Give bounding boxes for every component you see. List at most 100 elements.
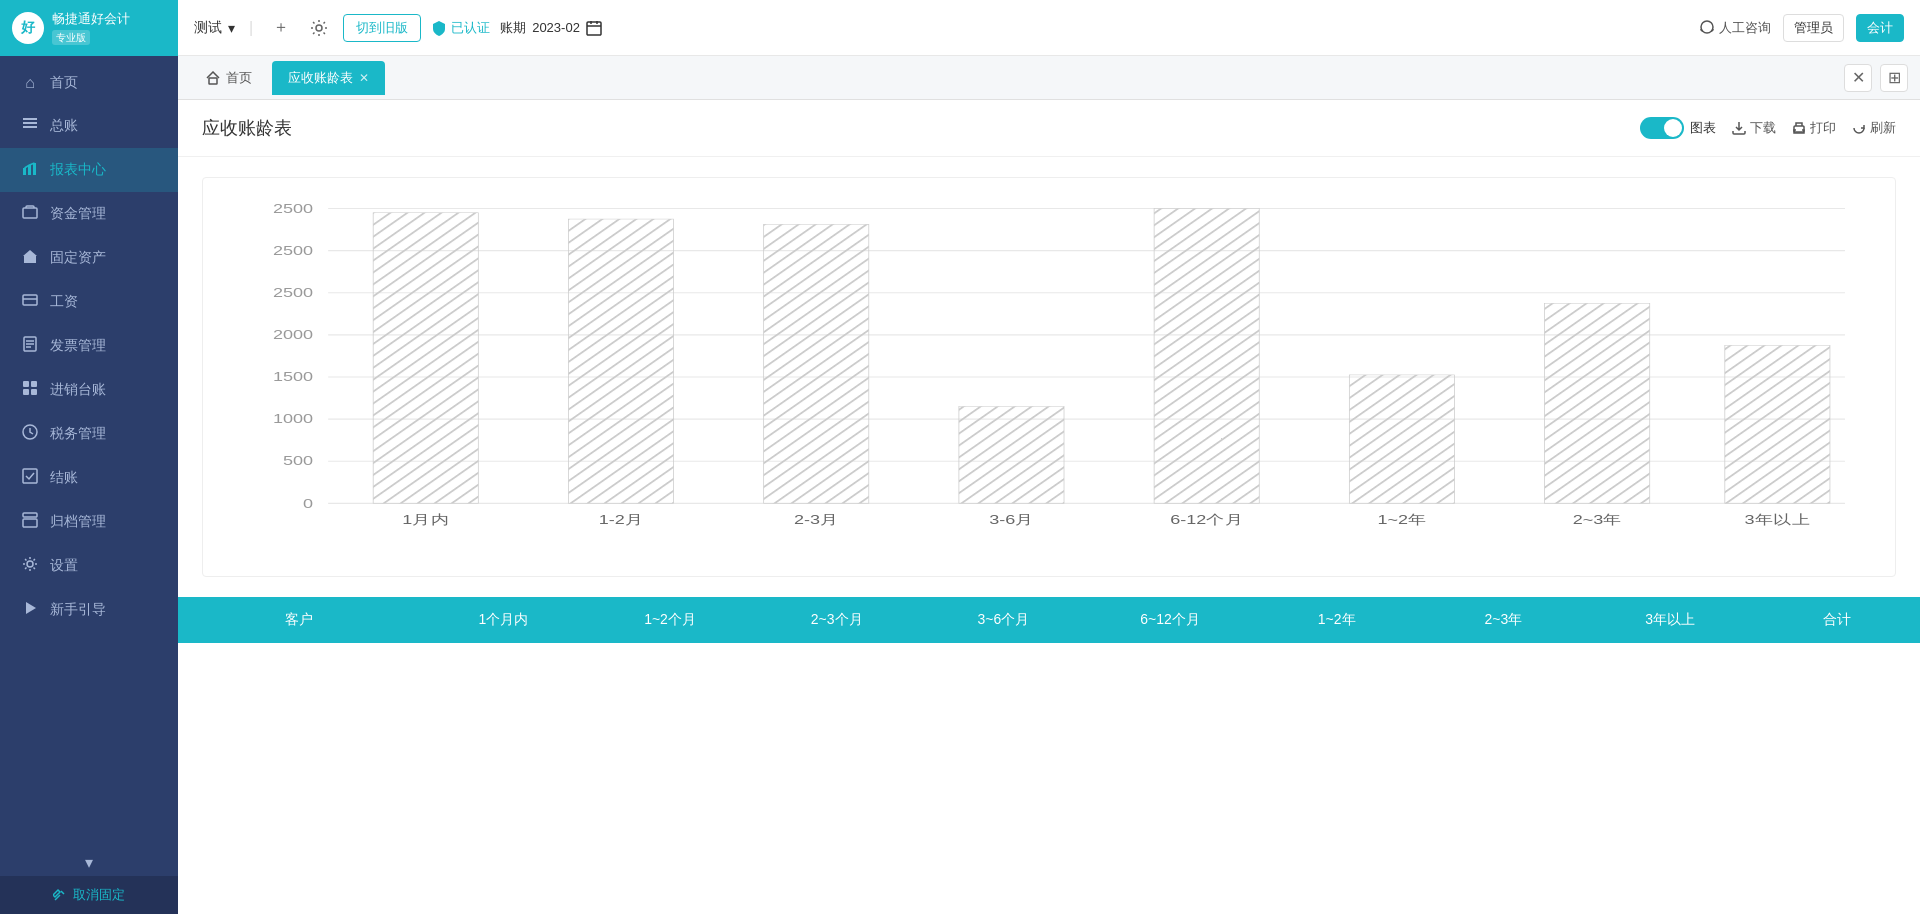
th-1-2year: 1~2年 xyxy=(1253,597,1420,643)
print-icon xyxy=(1792,121,1806,135)
sidebar-item-label: 税务管理 xyxy=(50,425,106,443)
sidebar-scroll-down[interactable]: ▾ xyxy=(0,849,178,876)
tabbar-actions: ✕ ⊞ xyxy=(1844,64,1908,92)
page-container: 应收账龄表 图表 下载 打印 xyxy=(178,100,1920,914)
svg-rect-55 xyxy=(1349,375,1454,503)
funds-icon xyxy=(20,204,40,224)
sidebar-item-label: 工资 xyxy=(50,293,78,311)
svg-rect-51 xyxy=(568,219,673,503)
tab-home[interactable]: 首页 xyxy=(190,61,268,95)
tab-label: 首页 xyxy=(226,69,252,87)
svg-rect-3 xyxy=(23,168,26,175)
close-books-icon xyxy=(20,468,40,488)
sidebar-item-funds[interactable]: 资金管理 xyxy=(0,192,178,236)
sidebar-item-invoice[interactable]: 发票管理 xyxy=(0,324,178,368)
chart-wrapper: 2500 2500 2500 2000 1500 1000 500 0 xyxy=(202,177,1896,577)
add-button[interactable]: ＋ xyxy=(267,14,295,42)
shield-icon xyxy=(431,20,447,36)
certified-badge: 已认证 xyxy=(431,19,490,37)
certified-label: 已认证 xyxy=(451,19,490,37)
accountant-button[interactable]: 会计 xyxy=(1856,14,1904,42)
refresh-button[interactable]: 刷新 xyxy=(1852,119,1896,137)
print-button[interactable]: 打印 xyxy=(1792,119,1836,137)
sidebar-item-ledger[interactable]: 总账 xyxy=(0,104,178,148)
tab-receivable-aging[interactable]: 应收账龄表 ✕ xyxy=(272,61,385,95)
switch-version-button[interactable]: 切到旧版 xyxy=(343,14,421,42)
assets-icon xyxy=(20,248,40,268)
svg-text:6-12个月: 6-12个月 xyxy=(1170,513,1243,527)
svg-rect-6 xyxy=(23,208,37,218)
home-tab-icon xyxy=(206,71,220,85)
project-selector[interactable]: 测试 ▾ xyxy=(194,19,235,37)
reports-icon xyxy=(20,160,40,180)
svg-text:3-6月: 3-6月 xyxy=(989,513,1034,527)
sidebar-item-salary[interactable]: 工资 xyxy=(0,280,178,324)
svg-rect-16 xyxy=(31,381,37,387)
sidebar-item-label: 设置 xyxy=(50,557,78,575)
close-tab-button[interactable]: ✕ xyxy=(1844,64,1872,92)
svg-text:2500: 2500 xyxy=(273,243,313,257)
svg-text:2500: 2500 xyxy=(273,201,313,215)
headset-icon xyxy=(1699,20,1715,36)
svg-rect-2 xyxy=(23,126,37,128)
sidebar-item-label: 进销台账 xyxy=(50,381,106,399)
sidebar-logo: 好 畅捷通好会计 专业版 xyxy=(0,0,178,56)
sidebar-item-home[interactable]: ⌂ 首页 xyxy=(0,62,178,104)
svg-point-26 xyxy=(316,25,322,31)
calendar-icon[interactable] xyxy=(586,20,602,36)
tax-icon xyxy=(20,424,40,444)
page-title: 应收账龄表 xyxy=(202,116,292,140)
content-area: 应收账龄表 图表 下载 打印 xyxy=(178,100,1920,914)
manager-button[interactable]: 管理员 xyxy=(1783,14,1844,42)
sidebar-item-close-books[interactable]: 结账 xyxy=(0,456,178,500)
download-button[interactable]: 下载 xyxy=(1732,119,1776,137)
svg-text:3年以上: 3年以上 xyxy=(1745,513,1811,527)
svg-rect-27 xyxy=(587,22,601,35)
sidebar-item-settings[interactable]: 设置 xyxy=(0,544,178,588)
refresh-icon xyxy=(1852,121,1866,135)
chart-toggle[interactable] xyxy=(1640,117,1684,139)
period-value: 2023-02 xyxy=(532,20,580,35)
main-content: 测试 ▾ | ＋ 切到旧版 已认证 账期 2023-02 人工咨询 管理员 会计 xyxy=(178,0,1920,914)
svg-text:1000: 1000 xyxy=(273,412,313,426)
th-3year-plus: 3年以上 xyxy=(1587,597,1754,643)
sidebar-item-reports[interactable]: 报表中心 xyxy=(0,148,178,192)
tab-close-button[interactable]: ✕ xyxy=(359,71,369,85)
th-2-3month: 2~3个月 xyxy=(753,597,920,643)
th-3-6month: 3~6个月 xyxy=(920,597,1087,643)
svg-text:1月内: 1月内 xyxy=(402,513,449,527)
th-1-2month: 1~2个月 xyxy=(587,597,754,643)
logo-icon: 好 xyxy=(12,12,44,44)
inventory-icon xyxy=(20,380,40,400)
topbar-right: 人工咨询 管理员 会计 xyxy=(1699,14,1904,42)
svg-text:1500: 1500 xyxy=(273,370,313,384)
svg-rect-33 xyxy=(1794,126,1804,132)
invoice-icon xyxy=(20,336,40,356)
table-section: 客户 1个月内 1~2个月 2~3个月 3~6个月 6~12个月 1~2年 2~… xyxy=(178,597,1920,914)
sidebar-pin-button[interactable]: 取消固定 xyxy=(0,876,178,914)
sidebar-item-tax[interactable]: 税务管理 xyxy=(0,412,178,456)
home-icon: ⌂ xyxy=(20,74,40,92)
download-icon xyxy=(1732,121,1746,135)
svg-rect-50 xyxy=(373,213,478,504)
service-button[interactable]: 人工咨询 xyxy=(1699,19,1771,37)
archive-icon xyxy=(20,512,40,532)
table-header: 客户 1个月内 1~2个月 2~3个月 3~6个月 6~12个月 1~2年 2~… xyxy=(178,597,1920,643)
sidebar-item-assets[interactable]: 固定资产 xyxy=(0,236,178,280)
sidebar-item-label: 新手引导 xyxy=(50,601,106,619)
expand-button[interactable]: ⊞ xyxy=(1880,64,1908,92)
project-name: 测试 xyxy=(194,19,222,37)
sidebar-item-label: 资金管理 xyxy=(50,205,106,223)
sidebar-item-archive[interactable]: 归档管理 xyxy=(0,500,178,544)
topbar-divider: | xyxy=(249,19,253,37)
sidebar-item-inventory[interactable]: 进销台账 xyxy=(0,368,178,412)
sidebar-item-label: 报表中心 xyxy=(50,161,106,179)
svg-rect-54 xyxy=(1154,209,1259,504)
bar-chart: 2500 2500 2500 2000 1500 1000 500 0 xyxy=(223,198,1875,556)
svg-rect-17 xyxy=(23,389,29,395)
sidebar-item-guide[interactable]: 新手引导 xyxy=(0,588,178,632)
settings-button[interactable] xyxy=(305,14,333,42)
tabbar: 首页 应收账龄表 ✕ ✕ ⊞ xyxy=(178,56,1920,100)
th-total: 合计 xyxy=(1753,597,1920,643)
svg-rect-9 xyxy=(23,295,37,305)
